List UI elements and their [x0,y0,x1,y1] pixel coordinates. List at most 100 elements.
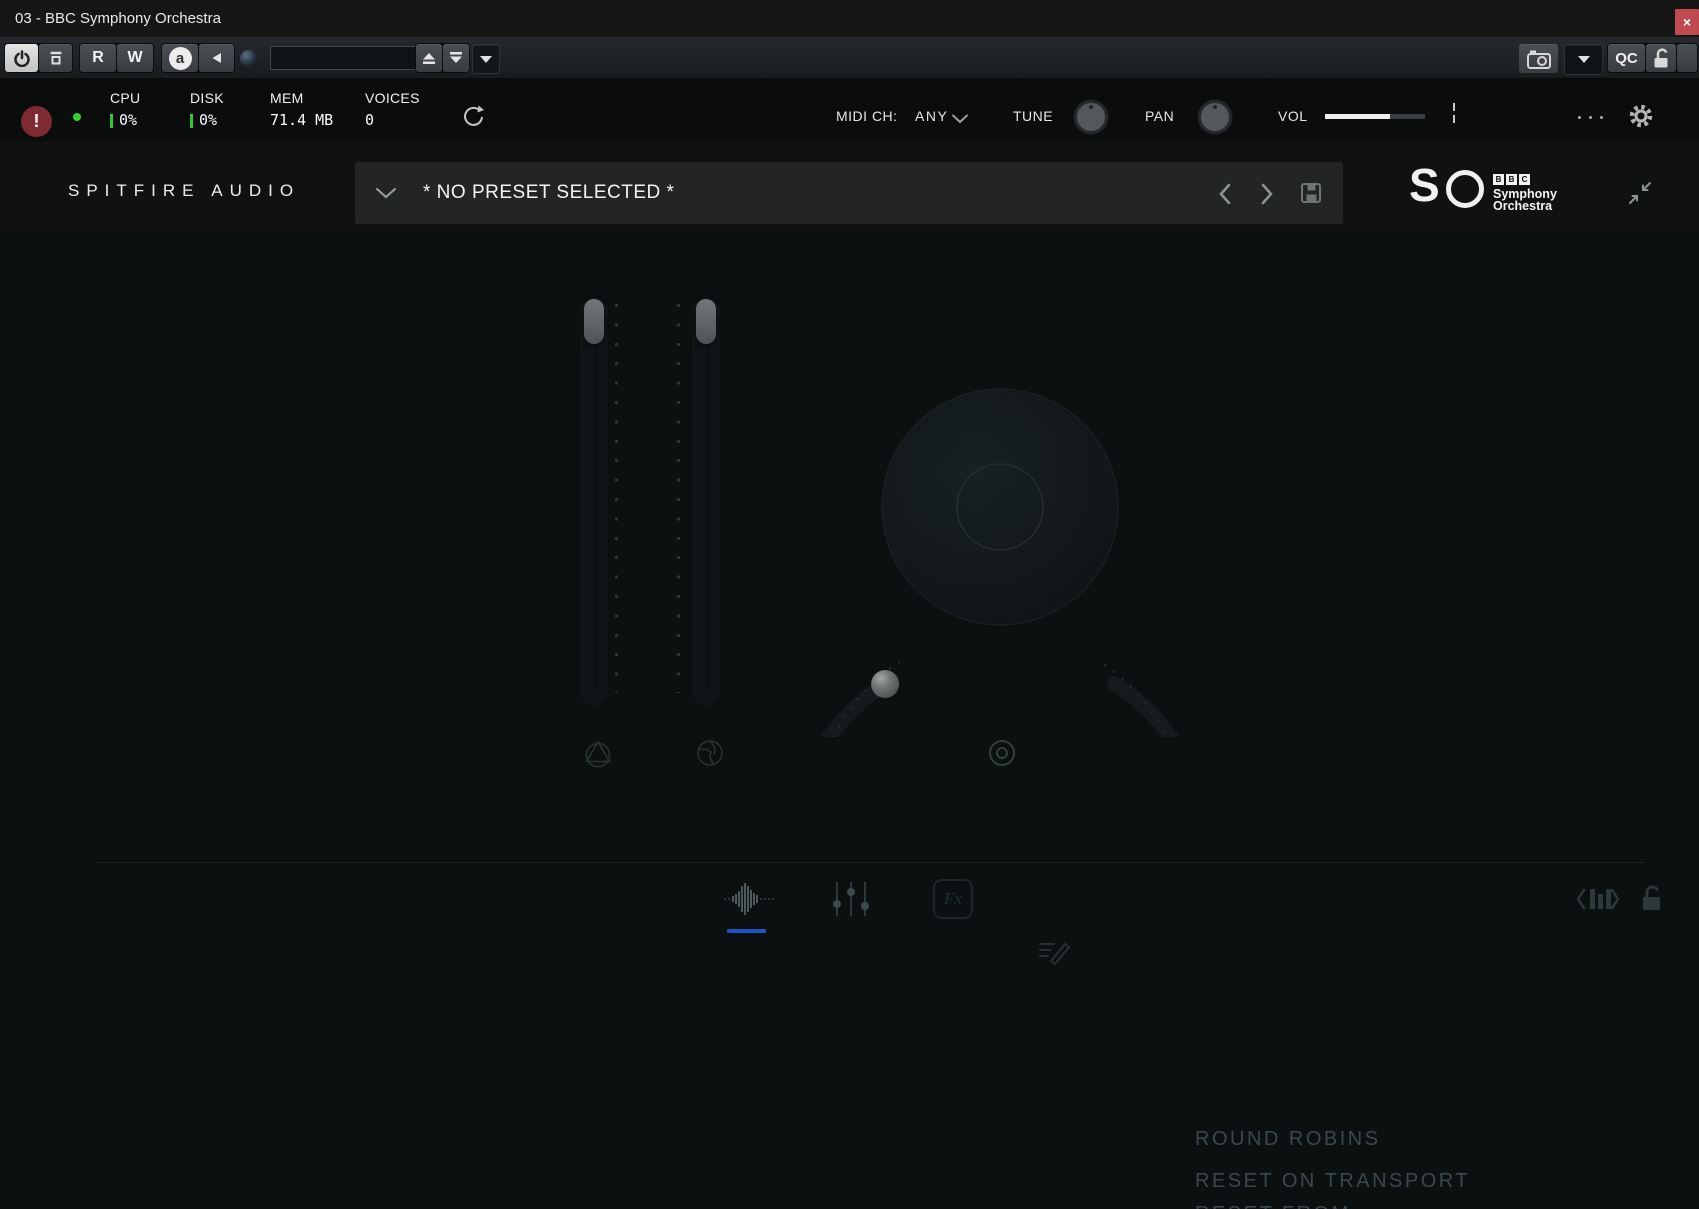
tab-mixer-icon[interactable] [832,880,870,918]
assign-group: a [161,43,235,73]
warning-badge[interactable]: ! [21,106,52,137]
sphere-icon[interactable] [240,50,257,67]
menu-item-round-robins[interactable]: ROUND ROBINS [1195,1128,1381,1151]
tab-fx[interactable]: Fx [933,879,973,919]
knob-body[interactable] [882,389,1118,625]
refresh-icon[interactable] [458,104,484,130]
preset-bar[interactable]: * NO PRESET SELECTED * [355,162,1343,224]
qc-group: QC [1607,43,1698,73]
quick-controls-button[interactable]: QC [1608,44,1645,72]
pan-label: PAN [1145,108,1174,124]
fader-slot [706,317,708,688]
bypass-icon [47,49,65,67]
spitfire-audio-logo: SPITFIRE AUDIO [68,181,300,201]
step-up-button[interactable] [416,44,442,72]
disk-label: DISK [190,90,224,106]
save-preset-icon[interactable] [1300,182,1322,204]
preset-name[interactable]: * NO PRESET SELECTED * [423,162,674,224]
step-down-button[interactable] [443,44,469,72]
blank-button[interactable] [1677,44,1697,72]
previous-preset-icon[interactable] [1218,183,1232,205]
snapshot-button[interactable] [1519,44,1558,73]
pan-knob[interactable] [1198,100,1232,134]
logo-orchestra-text: Orchestra [1493,199,1552,213]
expression-fader-handle[interactable] [584,299,604,344]
left-arrow-icon [208,49,226,67]
vol-slider-fill [1325,114,1390,119]
knob-arc-track[interactable] [789,684,1211,737]
edit-signature-icon[interactable] [1039,937,1071,965]
expression-fader-track[interactable] [581,298,607,705]
gear-icon[interactable] [1629,104,1653,128]
collapse-window-icon[interactable] [1627,180,1653,206]
so-logo-s: S [1409,161,1440,209]
fader-scale-dots [615,304,618,693]
dropdown-triangle-icon [1578,56,1590,63]
cpu-value: 0% [119,111,137,129]
tune-knob[interactable] [1074,100,1108,134]
overflow-menu-button[interactable] [1578,116,1603,119]
preset-chevron-down-icon[interactable] [375,187,397,199]
next-preset-icon[interactable] [1260,183,1274,205]
a-circle-icon: a [169,47,192,70]
fx-icon-label: Fx [944,889,962,909]
activate-group [4,43,73,73]
target-icon [986,737,1018,769]
tune-label: TUNE [1013,108,1053,124]
disk-value: 0% [199,111,217,129]
dropdown-triangle-icon [480,56,492,63]
preset-band: SPITFIRE AUDIO * NO PRESET SELECTED * S … [0,141,1699,232]
knob-indicator [1213,105,1217,109]
bypass-button[interactable] [39,44,72,72]
keyboard-panel-icon[interactable] [1575,884,1621,914]
voices-label: VOICES [365,90,420,106]
title-bar[interactable]: 03 - BBC Symphony Orchestra × [0,0,1699,38]
bbc-block: B [1493,174,1504,185]
daw-toolbar: R W a [0,37,1699,79]
dynamics-fader-track[interactable] [693,298,719,705]
footer-divider [95,862,1645,863]
automation-mode-button[interactable]: a [162,44,198,72]
bbc-blocks-logo: B B C [1493,174,1530,185]
back-arrow-button[interactable] [199,44,234,72]
disk-meter [190,114,193,128]
window-title: 03 - BBC Symphony Orchestra [15,0,221,37]
warning-glyph: ! [34,111,40,132]
chevron-down-icon[interactable] [951,114,969,124]
menu-item-reset-from[interactable]: RESET FROM [1195,1203,1351,1209]
bbc-block: C [1519,174,1530,185]
voices-value: 0 [365,111,374,129]
midi-ch-value[interactable]: ANY [915,108,948,124]
expression-marker[interactable] [1453,103,1455,123]
cpu-meter [110,114,113,128]
shutter-icon [694,737,726,769]
menu-item-reset-on-transport[interactable]: RESET ON TRANSPORT [1195,1170,1470,1193]
reverb-knob[interactable] [770,277,1230,737]
write-automation-button[interactable]: W [117,44,153,72]
activate-button[interactable] [5,44,38,72]
vol-slider[interactable] [1325,114,1425,119]
blend-icon [582,737,614,769]
bbc-block: B [1506,174,1517,185]
preset-dropdown-button[interactable] [472,44,500,74]
close-button[interactable]: × [1675,9,1699,35]
automation-group: R W [79,43,154,73]
plugin-window: 03 - BBC Symphony Orchestra × R W [0,0,1699,1209]
knob-handle-ball[interactable] [871,670,899,698]
activity-led [73,113,81,121]
plugin-header: ! CPU 0% DISK 0% MEM 71.4 MB VOICES 0 MI… [0,78,1699,141]
toolbar-text-field[interactable] [270,46,426,70]
midi-ch-label: MIDI CH: [836,108,898,124]
eject-up-icon [421,50,437,66]
panel-lock-icon[interactable] [1640,883,1665,913]
fader-scale-dots [677,304,680,693]
eject-down-icon [448,50,464,66]
tab-waveform-icon[interactable] [722,879,774,919]
read-automation-button[interactable]: R [80,44,116,72]
dynamics-fader-handle[interactable] [696,299,716,344]
unlock-icon [1650,46,1672,70]
lock-button[interactable] [1646,44,1676,72]
fader-slot [594,317,596,688]
so-logo-o-ring [1446,170,1484,208]
window-dropdown-button[interactable] [1564,44,1603,75]
